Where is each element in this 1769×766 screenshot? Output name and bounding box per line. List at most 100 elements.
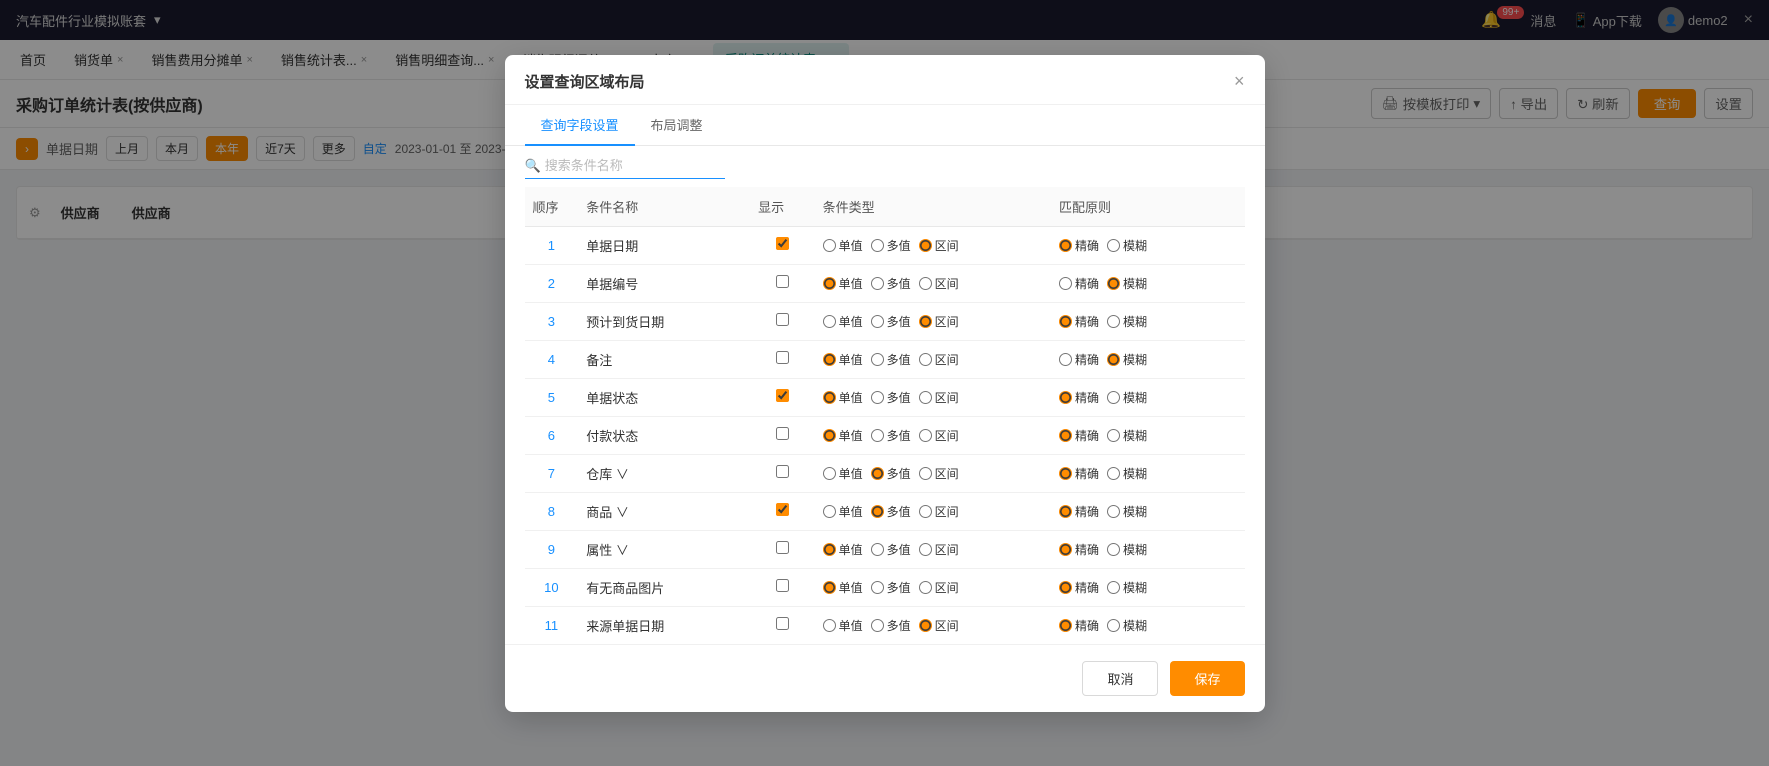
type-radio-label-multi[interactable]: 多值 (871, 275, 911, 292)
match-radio-label-fuzzy[interactable]: 模糊 (1107, 237, 1147, 254)
type-radio-single[interactable] (823, 429, 836, 442)
display-checkbox[interactable] (776, 313, 789, 326)
type-radio-label-multi[interactable]: 多值 (871, 465, 911, 482)
display-checkbox[interactable] (776, 465, 789, 478)
type-radio-range[interactable] (919, 315, 932, 328)
type-radio-label-single[interactable]: 单值 (823, 503, 863, 520)
match-radio-label-exact[interactable]: 精确 (1059, 237, 1099, 254)
match-radio-exact[interactable] (1059, 315, 1072, 328)
type-radio-range[interactable] (919, 429, 932, 442)
match-radio-label-exact[interactable]: 精确 (1059, 389, 1099, 406)
type-radio-label-range[interactable]: 区间 (919, 465, 959, 482)
match-radio-label-fuzzy[interactable]: 模糊 (1107, 617, 1147, 634)
display-checkbox[interactable] (776, 389, 789, 402)
match-radio-fuzzy[interactable] (1107, 505, 1120, 518)
match-radio-label-exact[interactable]: 精确 (1059, 313, 1099, 330)
match-radio-label-fuzzy[interactable]: 模糊 (1107, 351, 1147, 368)
match-radio-label-fuzzy[interactable]: 模糊 (1107, 313, 1147, 330)
match-radio-fuzzy[interactable] (1107, 239, 1120, 252)
match-radio-exact[interactable] (1059, 581, 1072, 594)
type-radio-label-single[interactable]: 单值 (823, 275, 863, 292)
display-checkbox[interactable] (776, 427, 789, 440)
type-radio-multi[interactable] (871, 353, 884, 366)
type-radio-label-multi[interactable]: 多值 (871, 541, 911, 558)
type-radio-label-single[interactable]: 单值 (823, 427, 863, 444)
type-radio-multi[interactable] (871, 619, 884, 632)
display-checkbox[interactable] (776, 617, 789, 630)
type-radio-single[interactable] (823, 277, 836, 290)
type-radio-label-range[interactable]: 区间 (919, 541, 959, 558)
display-checkbox[interactable] (776, 275, 789, 288)
match-radio-exact[interactable] (1059, 467, 1072, 480)
match-radio-label-fuzzy[interactable]: 模糊 (1107, 541, 1147, 558)
type-radio-label-single[interactable]: 单值 (823, 351, 863, 368)
match-radio-label-exact[interactable]: 精确 (1059, 465, 1099, 482)
type-radio-label-single[interactable]: 单值 (823, 313, 863, 330)
type-radio-label-single[interactable]: 单值 (823, 237, 863, 254)
modal-tab-query-fields[interactable]: 查询字段设置 (525, 105, 635, 146)
match-radio-exact[interactable] (1059, 277, 1072, 290)
match-radio-exact[interactable] (1059, 353, 1072, 366)
match-radio-fuzzy[interactable] (1107, 391, 1120, 404)
type-radio-label-range[interactable]: 区间 (919, 427, 959, 444)
type-radio-label-range[interactable]: 区间 (919, 313, 959, 330)
match-radio-label-exact[interactable]: 精确 (1059, 275, 1099, 292)
type-radio-range[interactable] (919, 619, 932, 632)
type-radio-label-single[interactable]: 单值 (823, 579, 863, 596)
type-radio-range[interactable] (919, 581, 932, 594)
type-radio-label-multi[interactable]: 多值 (871, 579, 911, 596)
type-radio-single[interactable] (823, 239, 836, 252)
modal-tab-layout[interactable]: 布局调整 (635, 105, 719, 146)
type-radio-label-single[interactable]: 单值 (823, 389, 863, 406)
display-checkbox[interactable] (776, 579, 789, 592)
match-radio-exact[interactable] (1059, 391, 1072, 404)
match-radio-label-exact[interactable]: 精确 (1059, 541, 1099, 558)
match-radio-exact[interactable] (1059, 619, 1072, 632)
match-radio-fuzzy[interactable] (1107, 277, 1120, 290)
type-radio-single[interactable] (823, 315, 836, 328)
type-radio-range[interactable] (919, 467, 932, 480)
match-radio-fuzzy[interactable] (1107, 353, 1120, 366)
type-radio-range[interactable] (919, 239, 932, 252)
type-radio-range[interactable] (919, 391, 932, 404)
match-radio-label-exact[interactable]: 精确 (1059, 617, 1099, 634)
type-radio-single[interactable] (823, 467, 836, 480)
type-radio-multi[interactable] (871, 429, 884, 442)
type-radio-label-multi[interactable]: 多值 (871, 389, 911, 406)
type-radio-multi[interactable] (871, 277, 884, 290)
search-input[interactable] (545, 158, 705, 173)
display-checkbox[interactable] (776, 351, 789, 364)
type-radio-range[interactable] (919, 277, 932, 290)
match-radio-label-exact[interactable]: 精确 (1059, 503, 1099, 520)
type-radio-label-range[interactable]: 区间 (919, 389, 959, 406)
cancel-button[interactable]: 取消 (1082, 661, 1158, 696)
type-radio-multi[interactable] (871, 315, 884, 328)
type-radio-range[interactable] (919, 505, 932, 518)
type-radio-label-multi[interactable]: 多值 (871, 503, 911, 520)
match-radio-exact[interactable] (1059, 429, 1072, 442)
type-radio-multi[interactable] (871, 505, 884, 518)
match-radio-label-fuzzy[interactable]: 模糊 (1107, 389, 1147, 406)
type-radio-label-single[interactable]: 单值 (823, 617, 863, 634)
match-radio-fuzzy[interactable] (1107, 315, 1120, 328)
type-radio-label-multi[interactable]: 多值 (871, 237, 911, 254)
match-radio-exact[interactable] (1059, 239, 1072, 252)
type-radio-single[interactable] (823, 543, 836, 556)
type-radio-label-single[interactable]: 单值 (823, 465, 863, 482)
type-radio-label-range[interactable]: 区间 (919, 617, 959, 634)
display-checkbox[interactable] (776, 541, 789, 554)
type-radio-label-range[interactable]: 区间 (919, 579, 959, 596)
match-radio-label-fuzzy[interactable]: 模糊 (1107, 503, 1147, 520)
type-radio-label-range[interactable]: 区间 (919, 275, 959, 292)
type-radio-multi[interactable] (871, 239, 884, 252)
type-radio-multi[interactable] (871, 543, 884, 556)
match-radio-fuzzy[interactable] (1107, 467, 1120, 480)
match-radio-fuzzy[interactable] (1107, 543, 1120, 556)
display-checkbox[interactable] (776, 237, 789, 250)
type-radio-single[interactable] (823, 353, 836, 366)
type-radio-label-single[interactable]: 单值 (823, 541, 863, 558)
match-radio-label-exact[interactable]: 精确 (1059, 427, 1099, 444)
type-radio-label-range[interactable]: 区间 (919, 503, 959, 520)
match-radio-fuzzy[interactable] (1107, 429, 1120, 442)
type-radio-label-range[interactable]: 区间 (919, 237, 959, 254)
